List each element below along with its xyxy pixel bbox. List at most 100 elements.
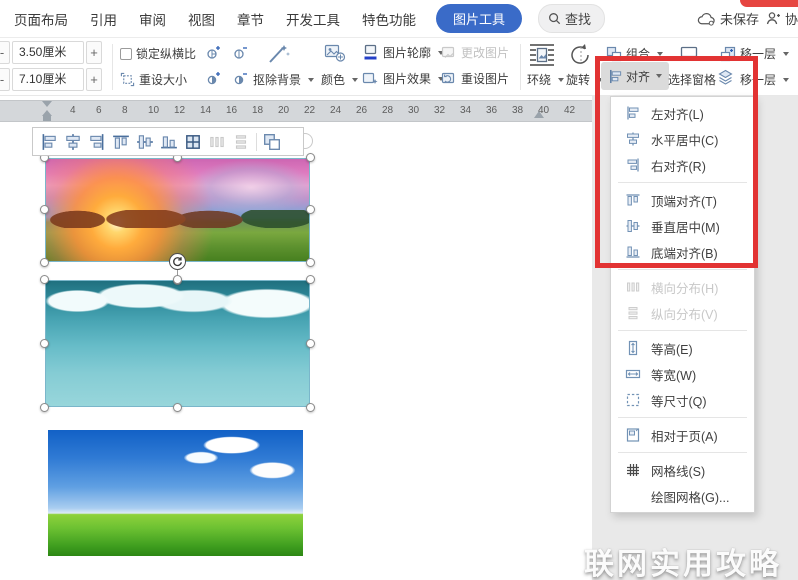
wrap-button[interactable]: 环绕 bbox=[527, 71, 565, 88]
sunset-field-image[interactable] bbox=[45, 158, 310, 262]
resize-handle[interactable] bbox=[306, 258, 315, 267]
comment-button[interactable] bbox=[680, 45, 698, 61]
menu-item-align-top[interactable]: 顶端对齐(T) bbox=[611, 187, 754, 213]
color-button[interactable]: 颜色 bbox=[321, 71, 359, 88]
collaborate-button[interactable]: 协 bbox=[765, 9, 798, 28]
decrease-contrast-button[interactable] bbox=[232, 71, 248, 87]
width-plus-button[interactable]: + bbox=[86, 41, 102, 64]
gridlines-icon bbox=[624, 462, 641, 479]
save-status[interactable]: 未保存 bbox=[697, 9, 759, 28]
tab-review[interactable]: 审阅 bbox=[139, 9, 166, 29]
tab-section[interactable]: 章节 bbox=[237, 9, 264, 29]
align-center-icon[interactable] bbox=[64, 133, 82, 151]
tab-page-layout[interactable]: 页面布局 bbox=[14, 9, 68, 29]
resize-handle[interactable] bbox=[306, 205, 315, 214]
remove-background-button[interactable]: 抠除背景 bbox=[253, 71, 315, 88]
resize-handle[interactable] bbox=[40, 275, 49, 284]
width-minus-button[interactable]: - bbox=[0, 41, 10, 64]
resize-handle[interactable] bbox=[172, 275, 182, 284]
decrease-brightness-button[interactable] bbox=[232, 45, 248, 61]
menu-item-equal-height[interactable]: 等高(E) bbox=[611, 335, 754, 361]
ruler-number: 18 bbox=[252, 105, 264, 116]
height-plus-button[interactable]: + bbox=[86, 68, 102, 91]
tab-references[interactable]: 引用 bbox=[90, 9, 117, 29]
height-minus-button[interactable]: - bbox=[0, 68, 10, 91]
menu-item-align-center[interactable]: 水平居中(C) bbox=[611, 126, 754, 152]
image-green-field[interactable] bbox=[48, 430, 303, 556]
ruler-number: 12 bbox=[174, 105, 186, 116]
chevron-down-icon bbox=[352, 77, 359, 82]
first-line-indent-marker[interactable] bbox=[42, 101, 52, 107]
menu-item-drawing-grid[interactable]: 绘图网格(G)... bbox=[611, 483, 754, 509]
tab-developer[interactable]: 开发工具 bbox=[286, 9, 340, 29]
reset-picture-button[interactable]: 重设图片 bbox=[440, 70, 509, 87]
tab-picture-tools[interactable]: 图片工具 bbox=[436, 4, 523, 33]
resize-handle[interactable] bbox=[172, 403, 182, 412]
menu-item-equal-width[interactable]: 等宽(W) bbox=[611, 361, 754, 387]
resize-handle[interactable] bbox=[40, 403, 49, 412]
resize-handle[interactable] bbox=[306, 403, 315, 412]
find-button[interactable]: 查找 bbox=[538, 4, 606, 33]
tab-view[interactable]: 视图 bbox=[188, 9, 215, 29]
resize-handle[interactable] bbox=[306, 275, 315, 284]
ruler-number: 42 bbox=[564, 105, 576, 116]
align-left-icon[interactable] bbox=[40, 133, 58, 151]
resize-handle[interactable] bbox=[40, 258, 49, 267]
menu-item-align-right[interactable]: 右对齐(R) bbox=[611, 152, 754, 178]
rotate-button[interactable]: 旋转 bbox=[566, 71, 604, 88]
reset-size-label: 重设大小 bbox=[139, 73, 188, 87]
height-field[interactable]: 7.10厘米 bbox=[12, 68, 84, 91]
resize-handle[interactable] bbox=[40, 205, 49, 214]
reset-size-button[interactable]: 重设大小 bbox=[120, 71, 187, 88]
menu-item-relative-to-page[interactable]: 相对于页(A) bbox=[611, 422, 754, 448]
ruler-number: 28 bbox=[382, 105, 394, 116]
rotate-handle[interactable] bbox=[168, 253, 186, 270]
ruler-number: 10 bbox=[148, 105, 160, 116]
menu-item-align-left[interactable]: 左对齐(L) bbox=[611, 100, 754, 126]
selection-pane-button[interactable]: 选择窗格 bbox=[668, 71, 716, 88]
menu-item-label: 网格线(S) bbox=[651, 464, 706, 479]
align-right-icon[interactable] bbox=[88, 133, 106, 151]
align-bottom-icon[interactable] bbox=[160, 133, 178, 151]
menu-item-gridlines[interactable]: 网格线(S) bbox=[611, 457, 754, 483]
selected-image-teal-sky[interactable] bbox=[40, 275, 315, 412]
width-field[interactable]: 3.50厘米 bbox=[12, 41, 84, 64]
align-top-icon[interactable] bbox=[112, 133, 130, 151]
horizontal-ruler[interactable]: 4 6 8 10 12 14 16 18 20 22 24 26 28 30 32 34 36 38 40 42 bbox=[0, 100, 592, 122]
wrap-label: 环绕 bbox=[527, 73, 552, 87]
menu-item-equal-size[interactable]: 等尺寸(Q) bbox=[611, 387, 754, 413]
chevron-down-icon bbox=[783, 51, 790, 56]
picture-effects-button[interactable]: 图片效果 bbox=[362, 70, 445, 87]
right-indent-marker[interactable] bbox=[534, 111, 544, 118]
rotate-label: 旋转 bbox=[566, 73, 591, 87]
send-backward-button[interactable]: 移一层 bbox=[740, 71, 790, 88]
resize-handle[interactable] bbox=[306, 153, 315, 162]
ruler-number: 32 bbox=[434, 105, 446, 116]
change-picture-icon bbox=[441, 46, 455, 58]
resize-handle[interactable] bbox=[306, 338, 315, 348]
layers-button[interactable] bbox=[717, 69, 734, 86]
menu-item-align-middle[interactable]: 垂直居中(M) bbox=[611, 213, 754, 239]
ruler-number: 4 bbox=[70, 105, 76, 116]
change-picture-label: 更改图片 bbox=[461, 46, 510, 60]
picture-outline-button[interactable]: 图片轮廓 bbox=[362, 44, 445, 61]
green-field-image[interactable] bbox=[48, 430, 303, 556]
menu-item-align-bottom[interactable]: 底端对齐(B) bbox=[611, 239, 754, 265]
teal-sky-image[interactable] bbox=[45, 280, 310, 407]
group-objects-icon[interactable] bbox=[263, 133, 281, 151]
tab-special-features[interactable]: 特色功能 bbox=[362, 9, 416, 29]
selected-image-sunset[interactable] bbox=[40, 153, 315, 285]
left-indent-marker[interactable] bbox=[43, 116, 51, 121]
relative-to-page-icon[interactable] bbox=[184, 133, 202, 151]
bring-forward-button[interactable]: 移一层 bbox=[720, 45, 790, 62]
increase-brightness-button[interactable] bbox=[205, 45, 221, 61]
menu-item-label: 右对齐(R) bbox=[651, 159, 706, 174]
group-button[interactable]: 组合 bbox=[606, 45, 664, 62]
align-button[interactable]: 对齐 bbox=[601, 62, 670, 90]
menu-item-label: 底端对齐(B) bbox=[651, 246, 718, 261]
increase-contrast-button[interactable] bbox=[205, 71, 221, 87]
lock-aspect-checkbox[interactable]: 锁定纵横比 bbox=[120, 45, 196, 62]
resize-handle[interactable] bbox=[40, 338, 49, 348]
ruler-number: 16 bbox=[226, 105, 238, 116]
align-middle-icon[interactable] bbox=[136, 133, 154, 151]
